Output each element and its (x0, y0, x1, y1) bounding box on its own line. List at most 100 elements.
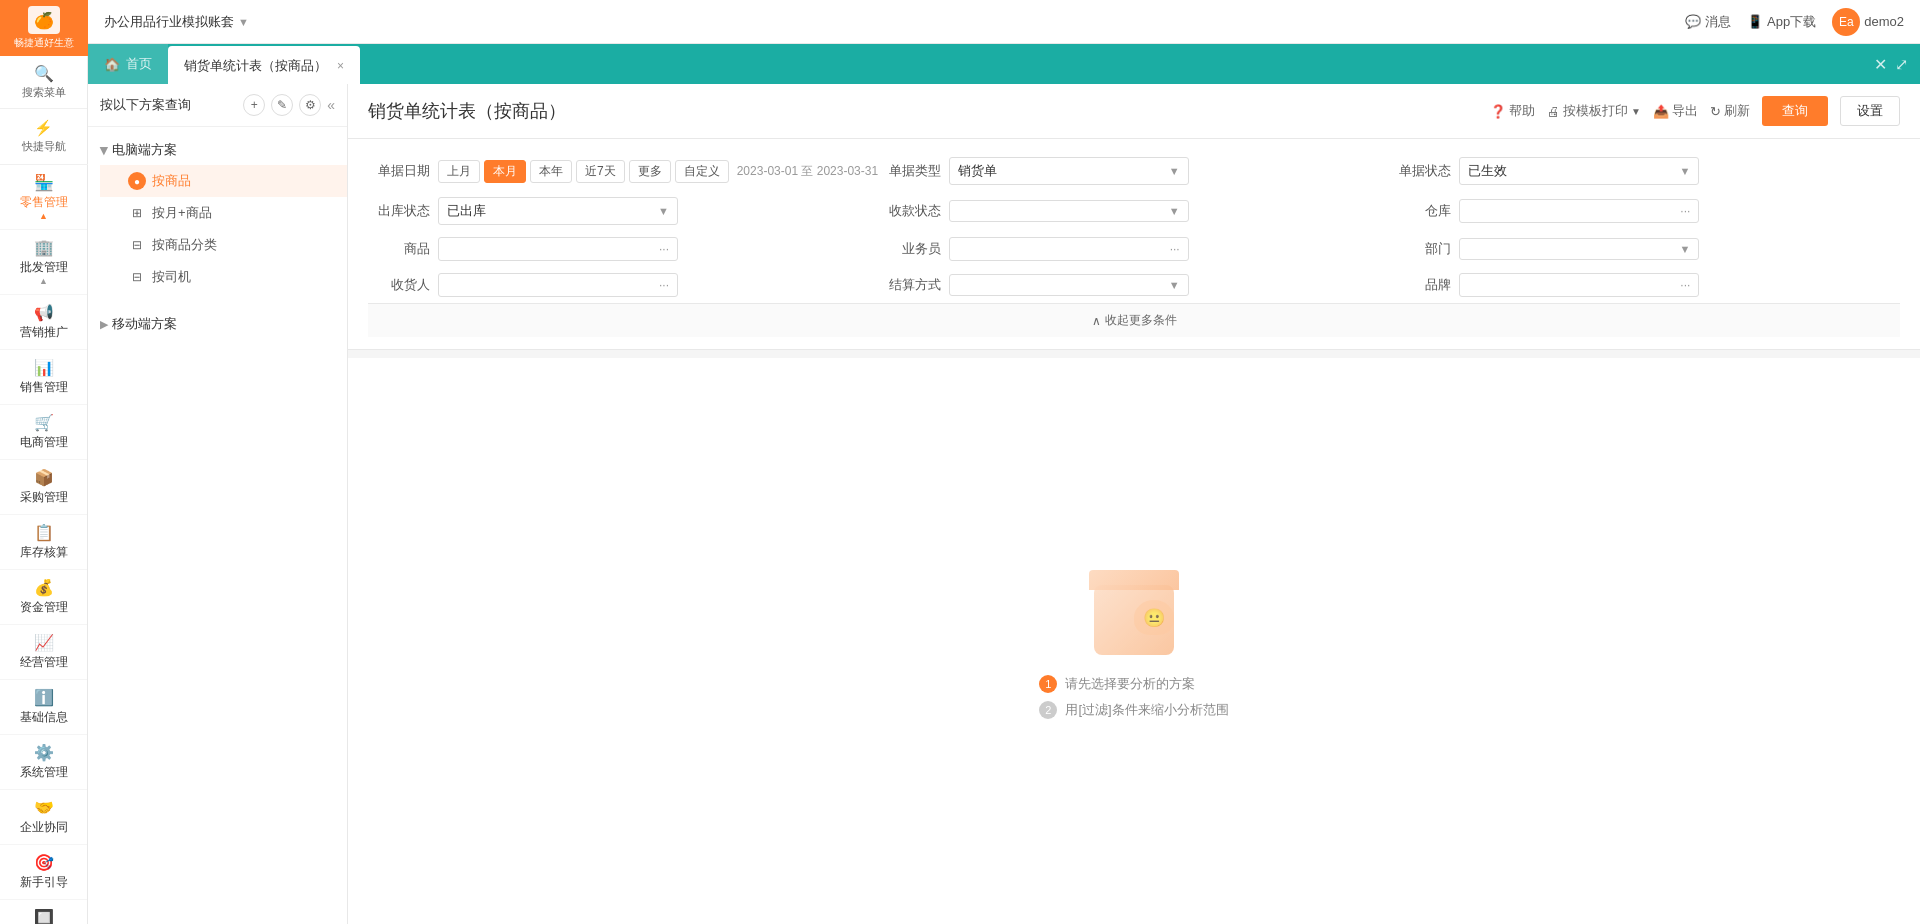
date-btn-this-month[interactable]: 本月 (484, 160, 526, 183)
scheme-item-by-category[interactable]: ⊟ 按商品分类 (100, 229, 347, 261)
tab-window-controls: ✕ ⤢ (1862, 55, 1920, 74)
top-header: 办公用品行业模拟账套 ▼ 💬 消息 📱 App下载 Ea demo2 (88, 0, 1920, 44)
page-actions: ❓ 帮助 🖨 按模板打印 ▼ 📤 导出 ↻ (1490, 96, 1900, 126)
operation-label: 经营管理 (20, 654, 68, 671)
brand-dots-btn[interactable]: ··· (1680, 278, 1690, 292)
date-btn-this-year[interactable]: 本年 (530, 160, 572, 183)
receiver-input[interactable]: ··· (438, 273, 678, 297)
tab-close-btn[interactable]: × (337, 59, 344, 73)
receiver-dots-btn[interactable]: ··· (659, 278, 669, 292)
date-btn-more[interactable]: 更多 (629, 160, 671, 183)
sidebar-item-sales[interactable]: 📊 销售管理 (0, 350, 87, 405)
basic-icon: ℹ️ (34, 688, 54, 707)
user-profile[interactable]: Ea demo2 (1832, 8, 1904, 36)
retail-icon: 🏪 (34, 173, 54, 192)
collapse-more-btn[interactable]: ∧ 收起更多条件 (368, 303, 1900, 337)
sidebar-item-marketing[interactable]: 📢 营销推广 (0, 295, 87, 350)
settlement-select[interactable]: ▼ (949, 274, 1189, 296)
date-btn-7days[interactable]: 近7天 (576, 160, 625, 183)
help-link[interactable]: ❓ 帮助 (1490, 102, 1535, 120)
sidebar-item-system[interactable]: ⚙️ 系统管理 (0, 735, 87, 790)
date-btn-custom[interactable]: 自定义 (675, 160, 729, 183)
collab-label: 企业协同 (20, 819, 68, 836)
filter-row-1: 单据日期 上月 本月 本年 近7天 更多 自定义 2023-03-01 至 20… (368, 151, 1900, 191)
warehouse-dots-btn[interactable]: ··· (1680, 204, 1690, 218)
add-scheme-btn[interactable]: + (243, 94, 265, 116)
search-menu[interactable]: 🔍 搜索菜单 (0, 56, 87, 109)
industry-selector[interactable]: 办公用品行业模拟账套 ▼ (104, 13, 249, 31)
type-value: 销货单 (958, 162, 997, 180)
out-status-filter-cell: 出库状态 已出库 ▼ (368, 191, 879, 231)
status-value: 已生效 (1468, 162, 1507, 180)
receiver-label: 收货人 (368, 276, 438, 294)
sidebar-item-ecommerce[interactable]: 🛒 电商管理 (0, 405, 87, 460)
sidebar-item-appcenter[interactable]: 🔲 应用中心 (0, 900, 87, 924)
sidebar-item-operation[interactable]: 📈 经营管理 (0, 625, 87, 680)
collapse-panel-btn[interactable]: « (327, 97, 335, 113)
sidebar: 🍊 畅捷通好生意 🔍 搜索菜单 ⚡ 快捷导航 🏪 零售管理 ▲ 🏢 批发管理 ▲… (0, 0, 88, 924)
marketing-icon: 📢 (34, 303, 54, 322)
sidebar-item-collab[interactable]: 🤝 企业协同 (0, 790, 87, 845)
messages-action[interactable]: 💬 消息 (1685, 13, 1731, 31)
home-icon: 🏠 (104, 57, 120, 72)
sidebar-item-guide[interactable]: 🎯 新手引导 (0, 845, 87, 900)
tab-sales-stat[interactable]: 销货单统计表（按商品） × (168, 46, 360, 86)
settings-scheme-btn[interactable]: ⚙ (299, 94, 321, 116)
app-download-action[interactable]: 📱 App下载 (1747, 13, 1816, 31)
sidebar-item-inventory[interactable]: 📋 库存核算 (0, 515, 87, 570)
sidebar-nav-quick[interactable]: ⚡ 快捷导航 (0, 113, 88, 160)
sidebar-item-finance[interactable]: 💰 资金管理 (0, 570, 87, 625)
app-logo[interactable]: 🍊 畅捷通好生意 (0, 0, 88, 56)
system-label: 系统管理 (20, 764, 68, 781)
left-panel-actions: + ✎ ⚙ « (243, 94, 335, 116)
sidebar-item-retail[interactable]: 🏪 零售管理 ▲ (0, 165, 87, 230)
scheme-item-by-month-goods[interactable]: ⊞ 按月+商品 (100, 197, 347, 229)
goods-filter-cell: 商品 ··· (368, 231, 879, 267)
type-select[interactable]: 销货单 ▼ (949, 157, 1189, 185)
tab-home[interactable]: 🏠 首页 (88, 44, 168, 84)
logo-text: 畅捷通好生意 (14, 36, 74, 50)
date-shortcuts-group: 上月 本月 本年 近7天 更多 自定义 2023-03-01 至 2023-03… (438, 160, 878, 183)
scheme-item-by-driver[interactable]: ⊟ 按司机 (100, 261, 347, 293)
scheme-item-by-goods[interactable]: ● 按商品 (100, 165, 347, 197)
dept-dropdown-icon: ▼ (1679, 243, 1690, 255)
sidebar-item-wholesale[interactable]: 🏢 批发管理 ▲ (0, 230, 87, 295)
receipt-status-select[interactable]: ▼ (949, 200, 1189, 222)
dept-select[interactable]: ▼ (1459, 238, 1699, 260)
tree-group-pc[interactable]: ▶ 电脑端方案 (88, 135, 347, 165)
goods-dots-btn[interactable]: ··· (659, 242, 669, 256)
app-download-label: App下载 (1767, 13, 1816, 31)
message-icon: 💬 (1685, 14, 1701, 29)
empty-tips: 1 请先选择要分析的方案 2 用[过滤]条件来缩小分析范围 (1039, 675, 1228, 727)
scheme-by-goods-label: 按商品 (152, 172, 191, 190)
status-select[interactable]: 已生效 ▼ (1459, 157, 1699, 185)
refresh-link[interactable]: ↻ 刷新 (1710, 102, 1750, 120)
out-status-select[interactable]: 已出库 ▼ (438, 197, 678, 225)
edit-scheme-btn[interactable]: ✎ (271, 94, 293, 116)
date-btn-last-month[interactable]: 上月 (438, 160, 480, 183)
brand-input[interactable]: ··· (1459, 273, 1699, 297)
download-icon: 📱 (1747, 14, 1763, 29)
maximize-window-btn[interactable]: ⤢ (1895, 55, 1908, 74)
goods-input[interactable]: ··· (438, 237, 678, 261)
receipt-dropdown-icon: ▼ (1169, 205, 1180, 217)
date-filter-cell: 单据日期 上月 本月 本年 近7天 更多 自定义 2023-03-01 至 20… (368, 151, 879, 191)
sidebar-item-basic[interactable]: ℹ️ 基础信息 (0, 680, 87, 735)
avatar-initials: Ea (1839, 15, 1854, 29)
salesperson-input[interactable]: ··· (949, 237, 1189, 261)
close-window-btn[interactable]: ✕ (1874, 55, 1887, 74)
export-link[interactable]: 📤 导出 (1653, 102, 1698, 120)
active-tab-label: 销货单统计表（按商品） (184, 57, 327, 75)
mobile-group-arrow: ▶ (100, 318, 108, 331)
quick-nav: ⚡ 快捷导航 (0, 109, 88, 165)
salesperson-dots-btn[interactable]: ··· (1170, 242, 1180, 256)
sidebar-item-purchase[interactable]: 📦 采购管理 (0, 460, 87, 515)
query-button[interactable]: 查询 (1762, 96, 1828, 126)
home-tab-label: 首页 (126, 55, 152, 73)
tree-group-mobile[interactable]: ▶ 移动端方案 (88, 309, 347, 339)
warehouse-input[interactable]: ··· (1459, 199, 1699, 223)
purchase-icon: 📦 (34, 468, 54, 487)
date-label: 单据日期 (368, 162, 438, 180)
settings-button[interactable]: 设置 (1840, 96, 1900, 126)
print-link[interactable]: 🖨 按模板打印 ▼ (1547, 102, 1641, 120)
